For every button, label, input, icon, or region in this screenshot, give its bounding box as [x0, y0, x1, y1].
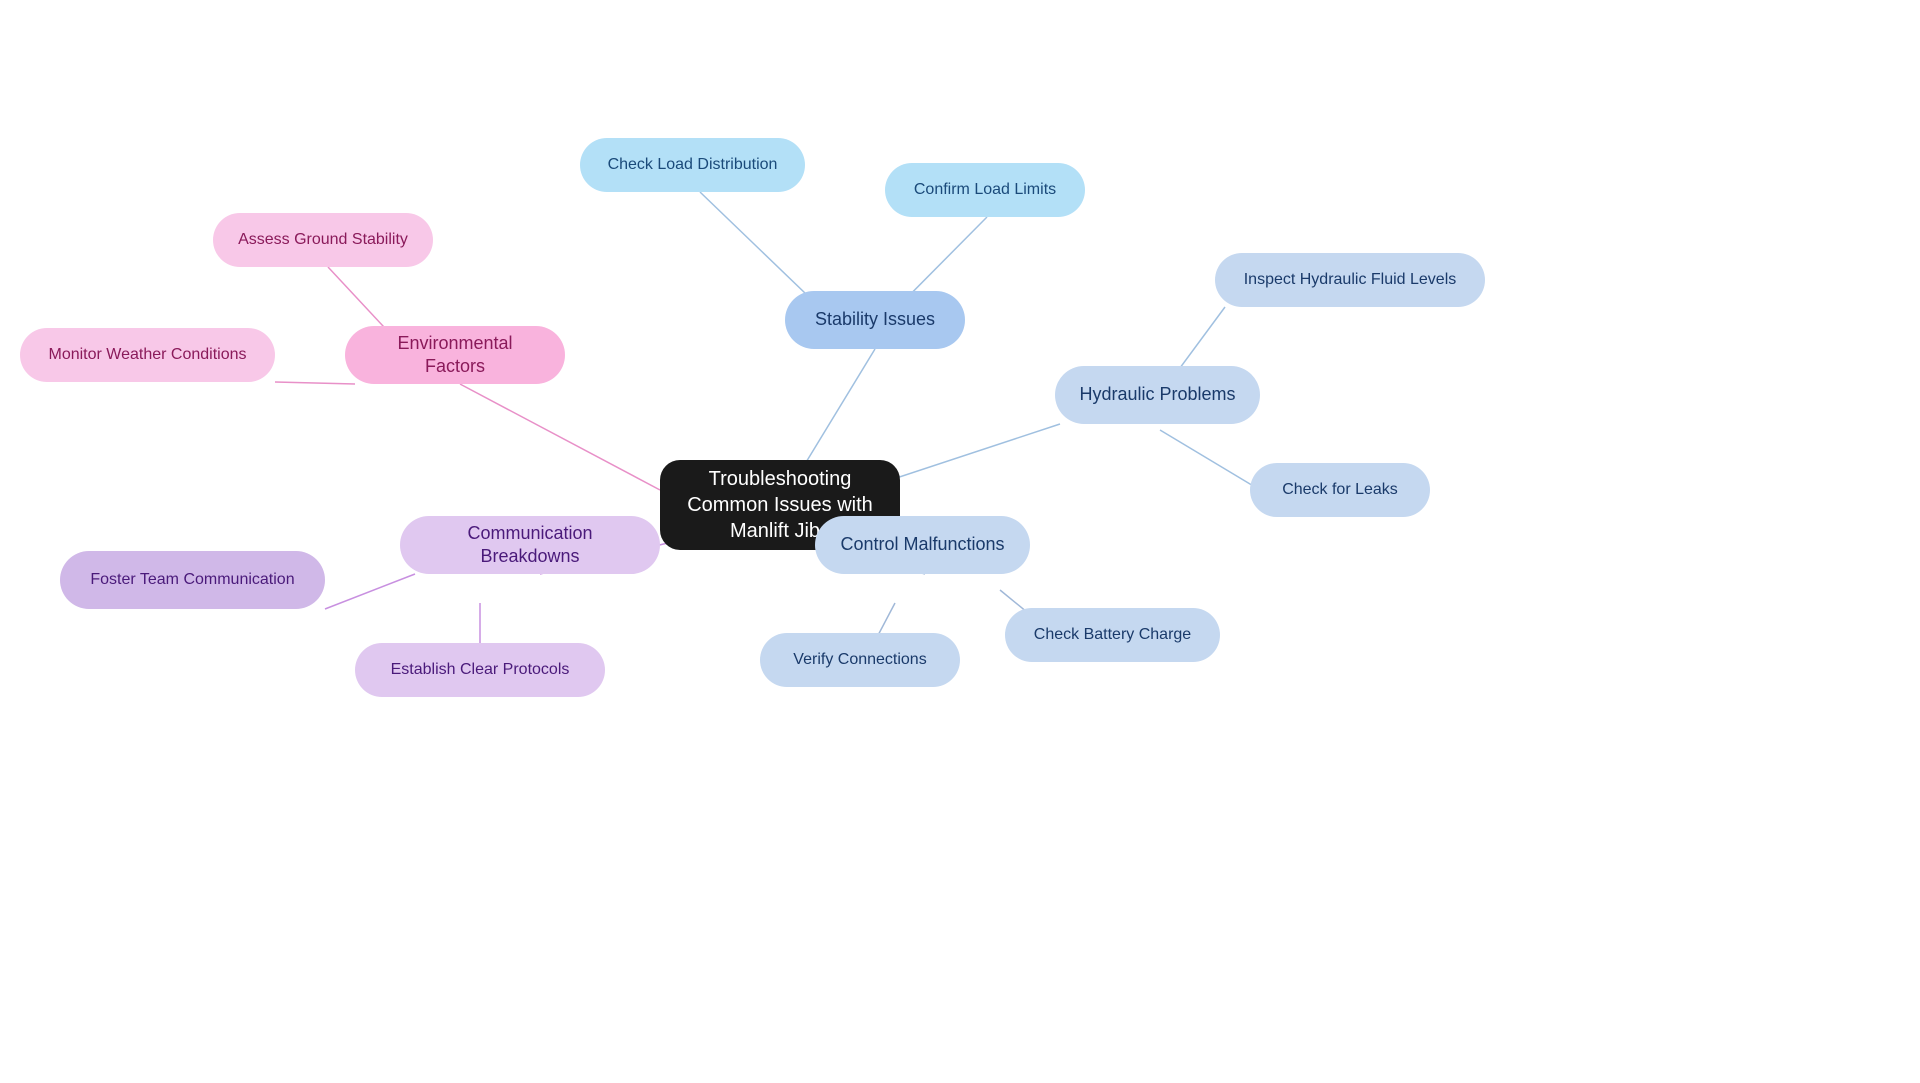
inspect-hydraulic-fluid-levels-node: Inspect Hydraulic Fluid Levels: [1215, 253, 1485, 307]
check-load-distribution-node: Check Load Distribution: [580, 138, 805, 192]
control-malfunctions-node: Control Malfunctions: [815, 516, 1030, 574]
verify-connections-node: Verify Connections: [760, 633, 960, 687]
check-for-leaks-node: Check for Leaks: [1250, 463, 1430, 517]
monitor-weather-conditions-node: Monitor Weather Conditions: [20, 328, 275, 382]
check-battery-charge-node: Check Battery Charge: [1005, 608, 1220, 662]
communication-breakdowns-node: Communication Breakdowns: [400, 516, 660, 574]
foster-team-communication-node: Foster Team Communication: [60, 551, 325, 609]
confirm-load-limits-node: Confirm Load Limits: [885, 163, 1085, 217]
stability-issues-node: Stability Issues: [785, 291, 965, 349]
assess-ground-stability-node: Assess Ground Stability: [213, 213, 433, 267]
establish-clear-protocols-node: Establish Clear Protocols: [355, 643, 605, 697]
hydraulic-problems-node: Hydraulic Problems: [1055, 366, 1260, 424]
environmental-factors-node: Environmental Factors: [345, 326, 565, 384]
